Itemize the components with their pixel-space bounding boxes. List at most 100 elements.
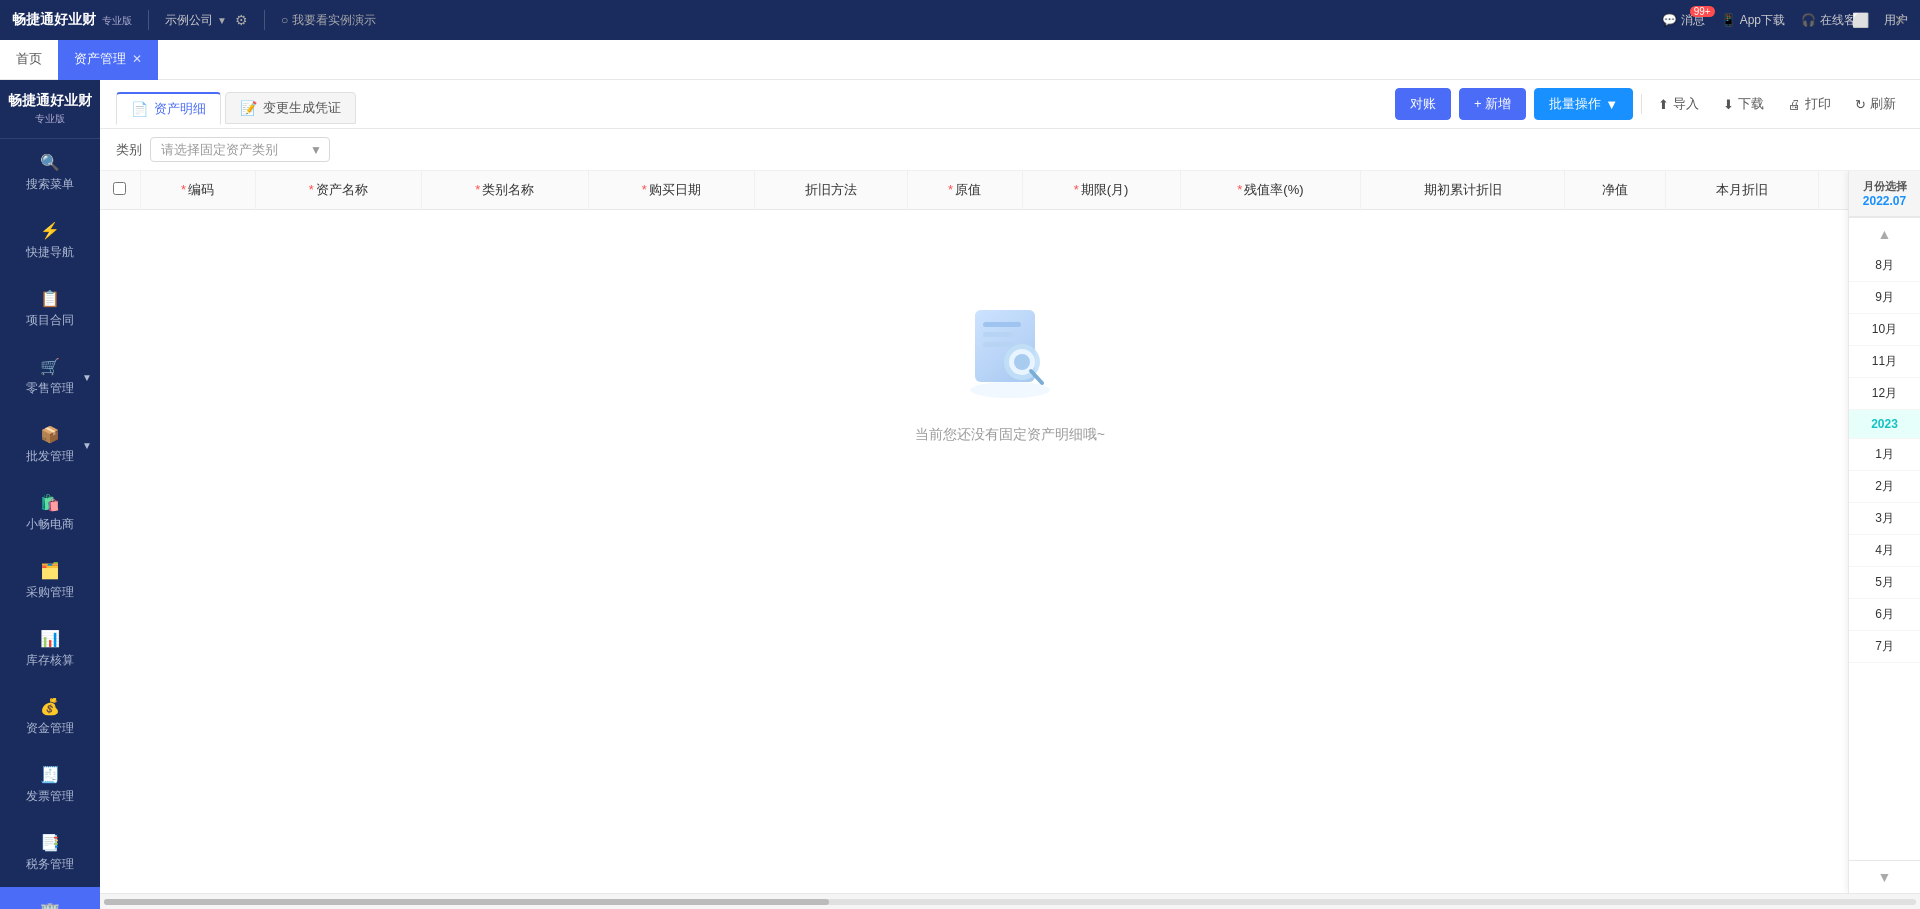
demo-icon: ○ <box>281 13 288 27</box>
close-button[interactable]: ✕ <box>1880 0 1920 40</box>
tab-home[interactable]: 首页 <box>0 40 58 80</box>
month-item-4[interactable]: 4月 <box>1849 535 1920 567</box>
month-item-12[interactable]: 12月 <box>1849 378 1920 410</box>
assets-table: 编码 资产名称 类别名称 购买日期 折旧方法 原值 期限(月) 残值率(%) 期… <box>100 171 1920 524</box>
sidebar-invoice-label: 发票管理 <box>26 788 74 805</box>
download-icon: ⬇ <box>1723 97 1734 112</box>
sidebar-item-wholesale[interactable]: 📦 批发管理 ▼ <box>0 411 100 479</box>
svg-rect-5 <box>983 342 1017 347</box>
close-tab-icon[interactable]: ✕ <box>132 52 142 66</box>
assets-icon: 🏢 <box>40 901 60 909</box>
message-icon: 💬 <box>1662 13 1677 27</box>
settings-icon[interactable]: ⚙ <box>235 12 248 28</box>
tab-home-label: 首页 <box>16 50 42 68</box>
sub-tab-asset-detail[interactable]: 📄 资产明细 <box>116 92 221 125</box>
sidebar-finance-label: 资金管理 <box>26 720 74 737</box>
content-area: 📄 资产明细 📝 变更生成凭证 对账 + 新增 批量操作 ▼ ⬆ 导入 <box>100 80 1920 909</box>
main-layout: 畅捷通好业财 专业版 🔍 搜索菜单 ⚡ 快捷导航 📋 项目合同 🛒 零售管理 ▼… <box>0 80 1920 909</box>
reconcile-button[interactable]: 对账 <box>1395 88 1451 120</box>
sidebar-item-search[interactable]: 🔍 搜索菜单 <box>0 139 100 207</box>
select-all-checkbox[interactable] <box>113 182 126 195</box>
company-name: 示例公司 <box>165 12 213 29</box>
month-item-7-2023[interactable]: 7月 <box>1849 631 1920 663</box>
company-dropdown-arrow: ▼ <box>217 15 227 26</box>
sidebar-item-quicknav[interactable]: ⚡ 快捷导航 <box>0 207 100 275</box>
app-download-button[interactable]: 📱 App下载 <box>1721 12 1785 29</box>
month-item-9[interactable]: 9月 <box>1849 282 1920 314</box>
import-icon: ⬆ <box>1658 97 1669 112</box>
th-residual-rate: 残值率(%) <box>1180 171 1361 210</box>
month-item-5[interactable]: 5月 <box>1849 567 1920 599</box>
maximize-button[interactable]: ⬜ <box>1840 0 1880 40</box>
print-action[interactable]: 🖨 打印 <box>1780 91 1839 117</box>
sidebar-item-purchase[interactable]: 🗂️ 采购管理 <box>0 547 100 615</box>
month-item-8[interactable]: 8月 <box>1849 250 1920 282</box>
month-item-2[interactable]: 2月 <box>1849 471 1920 503</box>
scroll-track <box>104 899 1916 905</box>
change-voucher-icon: 📝 <box>240 100 257 116</box>
month-panel-header: 月份选择 2022.07 <box>1849 171 1920 217</box>
th-period: 期限(月) <box>1022 171 1180 210</box>
sub-tab-change-voucher[interactable]: 📝 变更生成凭证 <box>225 92 356 124</box>
brand-logo: 畅捷通好业财 专业版 <box>12 11 132 29</box>
sidebar-item-finance[interactable]: 💰 资金管理 <box>0 683 100 751</box>
wholesale-icon: 📦 <box>40 425 60 444</box>
sidebar-wholesale-label: 批发管理 <box>26 448 74 465</box>
filter-bar: 类别 请选择固定资产类别 ▼ <box>100 129 1920 171</box>
import-action[interactable]: ⬆ 导入 <box>1650 91 1707 117</box>
sidebar-tax-label: 税务管理 <box>26 856 74 873</box>
tab-asset-management-label: 资产管理 <box>74 50 126 68</box>
top-bar: 畅捷通好业财 专业版 示例公司 ▼ ⚙ ○ 我要看实例演示 💬 消息 99+ 📱… <box>0 0 1920 40</box>
sidebar-item-contracts[interactable]: 📋 项目合同 <box>0 275 100 343</box>
sidebar-item-retail[interactable]: 🛒 零售管理 ▼ <box>0 343 100 411</box>
add-button[interactable]: + 新增 <box>1459 88 1526 120</box>
svg-point-8 <box>1014 354 1030 370</box>
month-panel-items: 8月 9月 10月 11月 12月 2023 1月 2月 3月 4月 5月 6月… <box>1849 250 1920 860</box>
message-button[interactable]: 💬 消息 99+ <box>1662 12 1705 29</box>
current-period: 2022.07 <box>1853 194 1916 208</box>
download-label: 下载 <box>1738 95 1764 113</box>
brand-edition: 专业版 <box>102 14 132 28</box>
month-nav-down[interactable]: ▼ <box>1872 867 1898 887</box>
category-select[interactable]: 请选择固定资产类别 <box>150 137 330 162</box>
nav-bar: 首页 资产管理 ✕ <box>0 40 1920 80</box>
sidebar-item-tax[interactable]: 📑 税务管理 <box>0 819 100 887</box>
month-item-3[interactable]: 3月 <box>1849 503 1920 535</box>
empty-illustration <box>950 290 1070 410</box>
sidebar-search-label: 搜索菜单 <box>26 176 74 193</box>
sidebar-item-ecommerce[interactable]: 🛍️ 小畅电商 <box>0 479 100 547</box>
th-asset-name: 资产名称 <box>255 171 422 210</box>
print-label: 打印 <box>1805 95 1831 113</box>
scroll-thumb[interactable] <box>104 899 829 905</box>
month-item-10[interactable]: 10月 <box>1849 314 1920 346</box>
demo-link-label: 我要看实例演示 <box>292 12 376 29</box>
month-item-6[interactable]: 6月 <box>1849 599 1920 631</box>
sidebar-retail-label: 零售管理 <box>26 380 74 397</box>
app-download-label: App下载 <box>1740 12 1785 29</box>
refresh-icon: ↻ <box>1855 97 1866 112</box>
demo-link[interactable]: ○ 我要看实例演示 <box>281 12 376 29</box>
purchase-icon: 🗂️ <box>40 561 60 580</box>
message-badge: 99+ <box>1690 6 1715 17</box>
month-item-1[interactable]: 1月 <box>1849 439 1920 471</box>
refresh-action[interactable]: ↻ 刷新 <box>1847 91 1904 117</box>
empty-state: 当前您还没有固定资产明细哦~ <box>100 210 1920 524</box>
contracts-icon: 📋 <box>40 289 60 308</box>
month-panel-nav-bottom: ▼ <box>1849 860 1920 893</box>
month-nav-up[interactable]: ▲ <box>1872 224 1898 244</box>
month-item-11[interactable]: 11月 <box>1849 346 1920 378</box>
asset-detail-icon: 📄 <box>131 101 148 117</box>
svg-rect-3 <box>983 322 1021 327</box>
batch-button[interactable]: 批量操作 ▼ <box>1534 88 1633 120</box>
sidebar-item-invoice[interactable]: 🧾 发票管理 <box>0 751 100 819</box>
company-selector[interactable]: 示例公司 ▼ <box>165 12 227 29</box>
tab-asset-management[interactable]: 资产管理 ✕ <box>58 40 158 80</box>
print-icon: 🖨 <box>1788 97 1801 112</box>
sub-tabs: 📄 资产明细 📝 变更生成凭证 对账 + 新增 批量操作 ▼ ⬆ 导入 <box>100 80 1920 129</box>
sidebar-item-fixed-assets[interactable]: 🏢 固定资产 <box>0 887 100 909</box>
download-action[interactable]: ⬇ 下载 <box>1715 91 1772 117</box>
sidebar-item-inventory[interactable]: 📊 库存核算 <box>0 615 100 683</box>
th-accumulated-depreciation: 期初累计折旧 <box>1361 171 1565 210</box>
month-panel-title: 月份选择 <box>1853 179 1916 194</box>
svg-rect-4 <box>983 332 1013 337</box>
